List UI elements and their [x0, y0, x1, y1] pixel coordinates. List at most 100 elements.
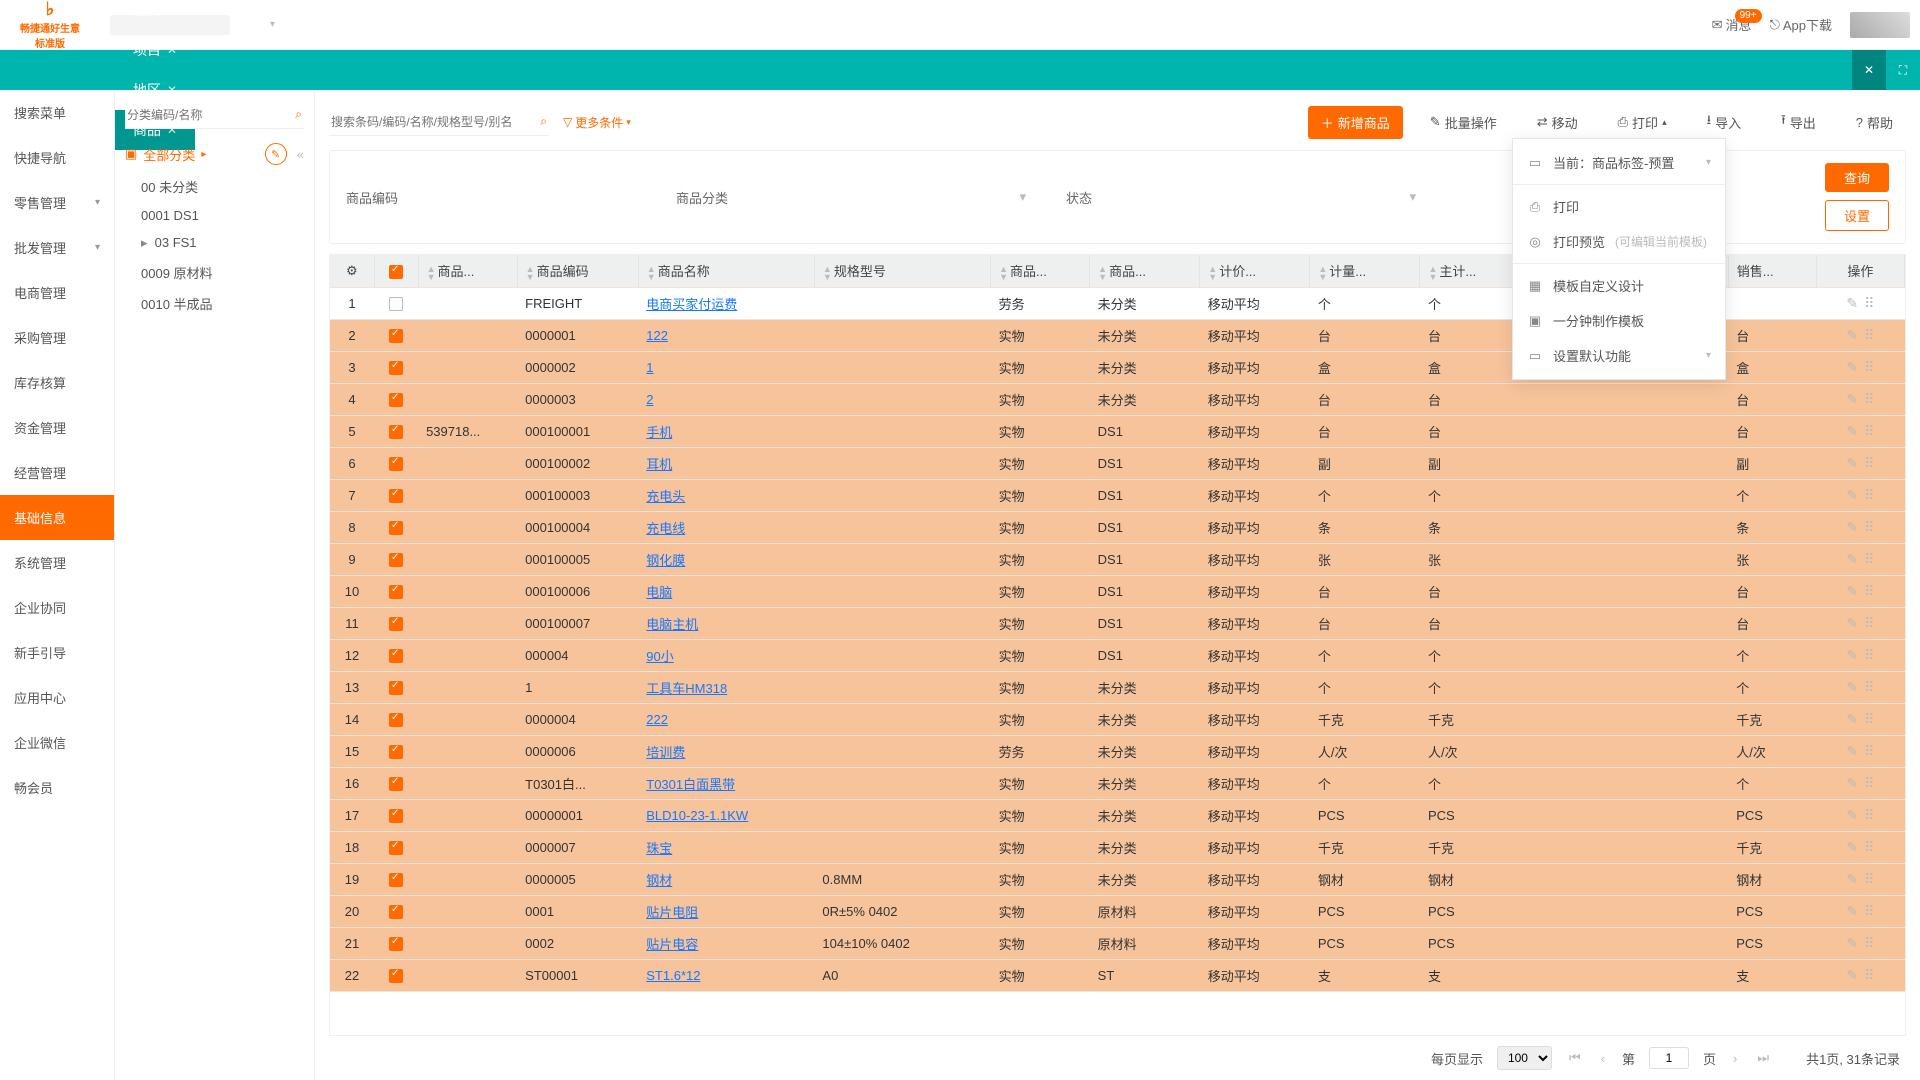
col-code[interactable]: ▲▼商品编码 [517, 255, 638, 287]
edit-icon[interactable]: ✎ [1846, 711, 1858, 727]
sidebar-item-12[interactable]: 新手引导 [0, 630, 114, 675]
edit-icon[interactable]: ✎ [1846, 423, 1858, 439]
more-icon[interactable]: ⠿ [1864, 551, 1874, 567]
col-settings[interactable]: ⚙ [330, 255, 374, 287]
close-all-tabs-button[interactable]: ✕ [1852, 50, 1886, 90]
edit-icon[interactable]: ✎ [1846, 967, 1858, 983]
edit-icon[interactable]: ✎ [1846, 615, 1858, 631]
table-row[interactable]: 1200000490小实物DS1移动平均个个个✎⠿ [330, 639, 1905, 671]
row-checkbox[interactable] [389, 585, 403, 599]
more-icon[interactable]: ⠿ [1864, 487, 1874, 503]
tab-0[interactable]: 首页 [115, 0, 195, 30]
product-name-link[interactable]: 222 [646, 712, 668, 727]
product-name-link[interactable]: 贴片电容 [646, 937, 698, 952]
edit-icon[interactable]: ✎ [1846, 391, 1858, 407]
edit-icon[interactable]: ✎ [1846, 871, 1858, 887]
table-row[interactable]: 7000100003充电头实物DS1移动平均个个个✎⠿ [330, 479, 1905, 511]
row-checkbox[interactable] [389, 329, 403, 343]
more-icon[interactable]: ⠿ [1864, 679, 1874, 695]
row-checkbox[interactable] [389, 937, 403, 951]
col-name[interactable]: ▲▼商品名称 [638, 255, 814, 287]
row-checkbox[interactable] [389, 297, 403, 311]
table-row[interactable]: 8000100004充电线实物DS1移动平均条条条✎⠿ [330, 511, 1905, 543]
filter-code-input[interactable] [436, 197, 636, 198]
table-row[interactable]: 9000100005钢化膜实物DS1移动平均张张张✎⠿ [330, 543, 1905, 575]
tree-node-4[interactable]: 0010 半成品 [115, 288, 314, 319]
chevron-down-icon[interactable]: ▾ [270, 19, 275, 30]
row-checkbox[interactable] [389, 777, 403, 791]
table-row[interactable]: 210002贴片电容104±10% 0402实物原材料移动平均PCSPCSPCS… [330, 927, 1905, 959]
prev-page-button[interactable]: ‹ [1598, 1051, 1608, 1066]
edit-icon[interactable]: ✎ [1846, 583, 1858, 599]
dropdown-template-custom[interactable]: ▦模板自定义设计 [1513, 268, 1725, 303]
edit-icon[interactable]: ✎ [1846, 903, 1858, 919]
more-icon[interactable]: ⠿ [1864, 903, 1874, 919]
more-icon[interactable]: ⠿ [1864, 839, 1874, 855]
more-icon[interactable]: ⠿ [1864, 583, 1874, 599]
tree-node-1[interactable]: 0001 DS1 [115, 202, 314, 229]
more-icon[interactable]: ⠿ [1864, 647, 1874, 663]
tree-node-3[interactable]: 0009 原材料 [115, 257, 314, 288]
sidebar-item-8[interactable]: 经营管理 [0, 450, 114, 495]
table-row[interactable]: 5539718...000100001手机实物DS1移动平均台台台✎⠿ [330, 415, 1905, 447]
table-row[interactable]: 400000032实物未分类移动平均台台台✎⠿ [330, 383, 1905, 415]
messages-button[interactable]: ✉ 消息 99+ [1712, 15, 1752, 34]
batch-ops-button[interactable]: ✎批量操作 [1417, 106, 1510, 139]
edit-icon[interactable]: ✎ [1846, 455, 1858, 471]
row-checkbox[interactable] [389, 681, 403, 695]
col-category[interactable]: ▲▼商品... [1090, 255, 1200, 287]
sidebar-item-3[interactable]: 批发管理▾ [0, 225, 114, 270]
table-row[interactable]: 140000004222实物未分类移动平均千克千克千克✎⠿ [330, 703, 1905, 735]
sidebar-item-5[interactable]: 采购管理 [0, 315, 114, 360]
product-name-link[interactable]: 2 [646, 392, 653, 407]
table-row[interactable]: 190000005钢材0.8MM实物未分类移动平均钢材钢材钢材✎⠿ [330, 863, 1905, 895]
more-icon[interactable]: ⠿ [1864, 295, 1874, 311]
expand-icon[interactable]: ▸ [141, 235, 151, 251]
more-conditions-button[interactable]: ▽ 更多条件 ▾ [563, 114, 631, 131]
product-name-link[interactable]: 工具车HM318 [646, 681, 727, 696]
product-name-link[interactable]: 1 [646, 360, 653, 375]
row-checkbox[interactable] [389, 873, 403, 887]
col-spec[interactable]: ▲▼规格型号 [814, 255, 990, 287]
more-icon[interactable]: ⠿ [1864, 455, 1874, 471]
row-checkbox[interactable] [389, 425, 403, 439]
filter-status-select[interactable]: ▾ [1156, 189, 1416, 206]
print-button[interactable]: ⎙打印▴ [1605, 106, 1680, 139]
query-button[interactable]: 查询 [1825, 163, 1889, 192]
sidebar-item-7[interactable]: 资金管理 [0, 405, 114, 450]
table-row[interactable]: 131工具车HM318实物未分类移动平均个个个✎⠿ [330, 671, 1905, 703]
row-checkbox[interactable] [389, 809, 403, 823]
more-icon[interactable]: ⠿ [1864, 711, 1874, 727]
tree-root[interactable]: ▣ 全部分类 ▸ ✎ « [115, 137, 314, 171]
product-name-link[interactable]: 耳机 [646, 457, 672, 472]
sidebar-item-11[interactable]: 企业协同 [0, 585, 114, 630]
product-name-link[interactable]: 电脑 [646, 585, 672, 600]
more-icon[interactable]: ⠿ [1864, 519, 1874, 535]
edit-icon[interactable]: ✎ [1846, 295, 1858, 311]
product-name-link[interactable]: 钢材 [646, 873, 672, 888]
edit-tree-button[interactable]: ✎ [265, 143, 287, 165]
sidebar-item-9[interactable]: 基础信息 [0, 495, 114, 540]
table-row[interactable]: 200001贴片电阻0R±5% 0402实物原材料移动平均PCSPCSPCS✎⠿ [330, 895, 1905, 927]
product-name-link[interactable]: 贴片电阻 [646, 905, 698, 920]
edit-icon[interactable]: ✎ [1846, 839, 1858, 855]
sidebar-item-15[interactable]: 畅会员 [0, 765, 114, 810]
edit-icon[interactable]: ✎ [1846, 775, 1858, 791]
row-checkbox[interactable] [389, 393, 403, 407]
tree-search-input[interactable] [125, 102, 304, 129]
row-checkbox[interactable] [389, 841, 403, 855]
dropdown-set-default[interactable]: ▭设置默认功能▾ [1513, 338, 1725, 373]
dropdown-preview[interactable]: ◎打印预览 (可编辑当前模板) [1513, 224, 1725, 259]
sidebar-item-4[interactable]: 电商管理 [0, 270, 114, 315]
more-icon[interactable]: ⠿ [1864, 807, 1874, 823]
dropdown-quick-template[interactable]: ▣一分钟制作模板 [1513, 303, 1725, 338]
tree-node-2[interactable]: ▸ 03 FS1 [115, 229, 314, 257]
main-search-input[interactable] [329, 109, 549, 136]
first-page-button[interactable]: ⏮ [1566, 1050, 1584, 1066]
row-checkbox[interactable] [389, 457, 403, 471]
help-button[interactable]: ?帮助 [1843, 106, 1906, 139]
edit-icon[interactable]: ✎ [1846, 551, 1858, 567]
tree-node-0[interactable]: 00 未分类 [115, 171, 314, 202]
export-button[interactable]: ⭱导出 [1768, 104, 1829, 140]
more-icon[interactable]: ⠿ [1864, 743, 1874, 759]
